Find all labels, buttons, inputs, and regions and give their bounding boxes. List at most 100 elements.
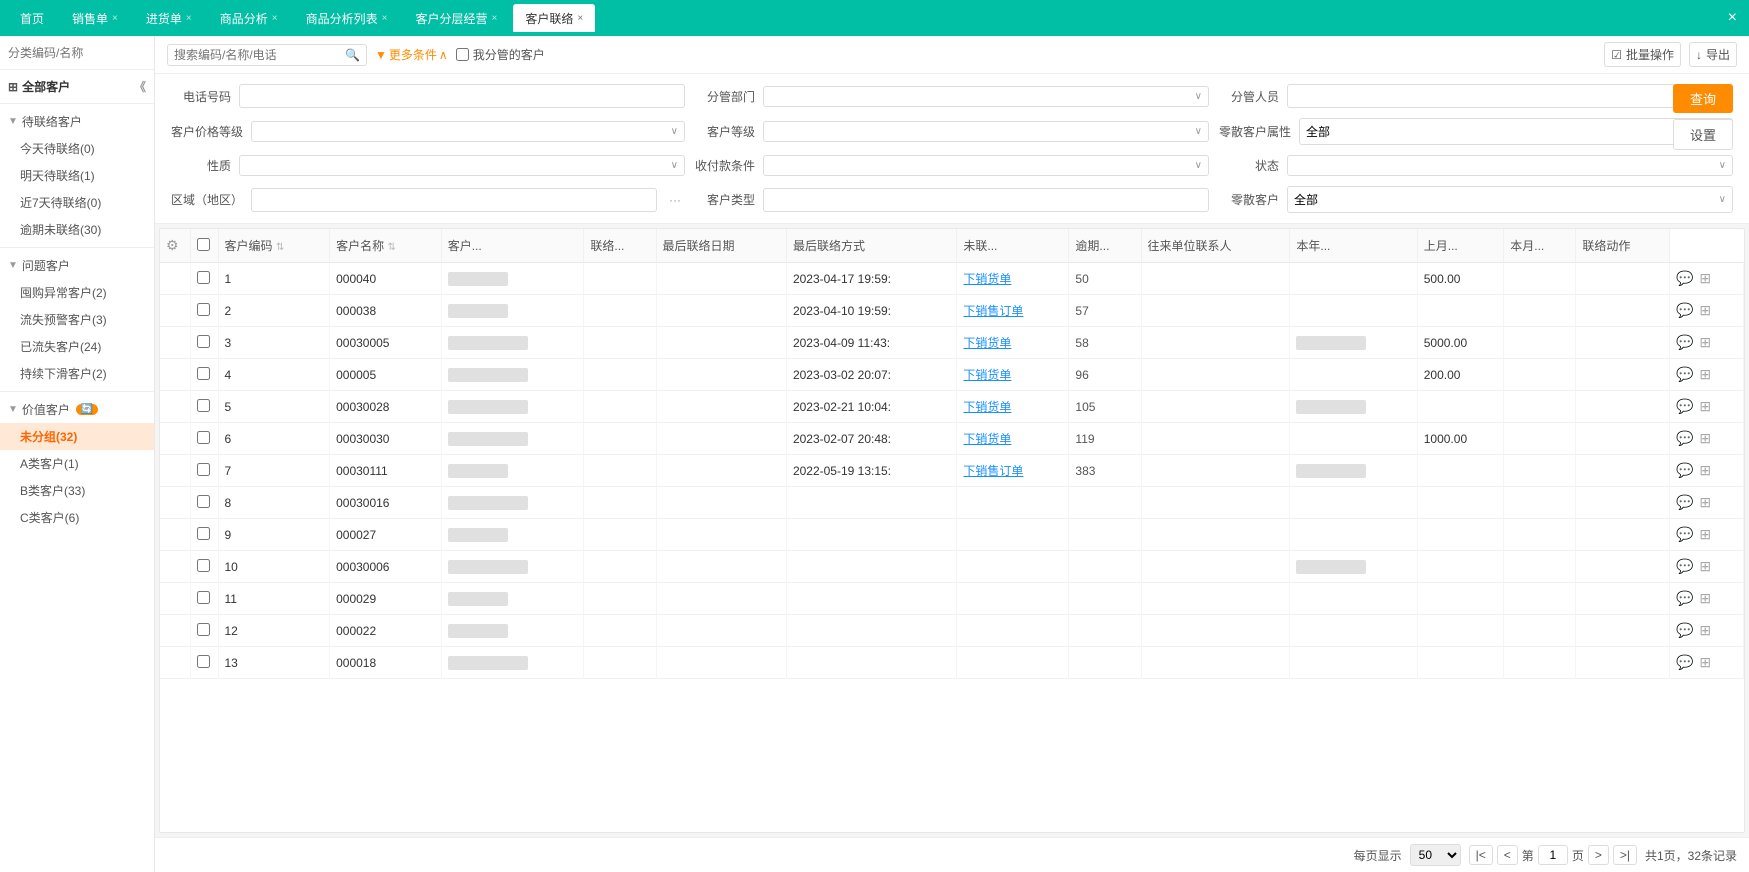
action-grid-icon-11[interactable]: ⊞ (1699, 622, 1711, 639)
action-phone-icon-7[interactable]: 💬 (1676, 494, 1693, 511)
row-checkbox-1[interactable] (197, 303, 210, 316)
phone-input[interactable] (239, 84, 685, 108)
row-checkbox-10[interactable] (197, 591, 210, 604)
cell-checkbox-12[interactable] (190, 647, 218, 679)
customer-contact-tab-close[interactable]: × (577, 13, 583, 24)
query-button[interactable]: 查询 (1673, 84, 1733, 113)
gear-icon[interactable]: ⚙ (166, 237, 179, 253)
action-grid-icon-7[interactable]: ⊞ (1699, 494, 1711, 511)
sidebar-search-input[interactable] (8, 46, 155, 60)
sidebar-item-churn-warning[interactable]: 流失预警客户(3) (0, 306, 154, 333)
action-grid-icon-3[interactable]: ⊞ (1699, 366, 1711, 383)
sidebar-item-ungrouped[interactable]: 未分组(32) (0, 423, 154, 450)
first-page-btn[interactable]: |< (1469, 845, 1493, 865)
row-checkbox-6[interactable] (197, 463, 210, 476)
price-tier-select[interactable]: ∨ (251, 121, 685, 142)
row-checkbox-9[interactable] (197, 559, 210, 572)
batch-operation-btn[interactable]: ☑ 批量操作 (1604, 42, 1681, 67)
sidebar-item-class-c[interactable]: C类客户(6) (0, 504, 154, 531)
filter-more-conditions[interactable]: ▼ 更多条件 ∧ (375, 46, 448, 63)
cell-checkbox-7[interactable] (190, 487, 218, 519)
action-grid-icon-5[interactable]: ⊞ (1699, 430, 1711, 447)
cell-checkbox-1[interactable] (190, 295, 218, 327)
sidebar-group-problem[interactable]: ▼ 问题客户 (0, 252, 154, 279)
sidebar-item-hoarding-anomaly[interactable]: 囤购异常客户(2) (0, 279, 154, 306)
cell-checkbox-8[interactable] (190, 519, 218, 551)
cell-checkbox-11[interactable] (190, 615, 218, 647)
action-phone-icon-6[interactable]: 💬 (1676, 462, 1693, 479)
action-phone-icon-4[interactable]: 💬 (1676, 398, 1693, 415)
row-checkbox-11[interactable] (197, 623, 210, 636)
cell-checkbox-6[interactable] (190, 455, 218, 487)
reset-button[interactable]: 设置 (1673, 119, 1733, 150)
all-customers-header[interactable]: ⊞ 全部客户 《 (0, 70, 154, 99)
select-all-checkbox[interactable] (197, 238, 210, 251)
cell-checkbox-10[interactable] (190, 583, 218, 615)
sidebar-item-class-b[interactable]: B类客户(33) (0, 477, 154, 504)
action-grid-icon-10[interactable]: ⊞ (1699, 590, 1711, 607)
th-code[interactable]: 客户编码 ⇅ (218, 229, 330, 263)
sidebar-collapse-btn[interactable]: 《 (134, 78, 146, 95)
nav-tab-home[interactable]: 首页 (8, 4, 56, 32)
cell-checkbox-9[interactable] (190, 551, 218, 583)
cell-last-method-6[interactable]: 下销售订单 (957, 455, 1069, 487)
nav-tab-customer-tier[interactable]: 客户分层经营 × (403, 4, 509, 32)
dept-select[interactable]: ∨ (763, 86, 1209, 107)
region-input[interactable] (251, 188, 657, 212)
sidebar-item-tomorrow-pending[interactable]: 明天待联络(1) (0, 162, 154, 189)
sidebar-item-declining[interactable]: 持续下滑客户(2) (0, 360, 154, 387)
nav-tab-sales[interactable]: 销售单 × (60, 4, 130, 32)
sidebar-group-value[interactable]: ▼ 价值客户 🔄 (0, 396, 154, 423)
cell-last-method-9[interactable] (957, 551, 1069, 583)
action-grid-icon-1[interactable]: ⊞ (1699, 302, 1711, 319)
cell-checkbox-3[interactable] (190, 359, 218, 391)
nav-tab-customer-contact[interactable]: 客户联络 × (513, 4, 595, 32)
action-grid-icon-2[interactable]: ⊞ (1699, 334, 1711, 351)
cell-checkbox-5[interactable] (190, 423, 218, 455)
retail-attr-select[interactable]: 全部 ∨ (1299, 118, 1733, 145)
row-checkbox-5[interactable] (197, 431, 210, 444)
cell-last-method-5[interactable]: 下销货单 (957, 423, 1069, 455)
last-page-btn[interactable]: >| (1613, 845, 1637, 865)
action-phone-icon-11[interactable]: 💬 (1676, 622, 1693, 639)
th-gear[interactable]: ⚙ (160, 229, 190, 263)
sidebar-item-7day-pending[interactable]: 近7天待联络(0) (0, 189, 154, 216)
cell-last-method-1[interactable]: 下销售订单 (957, 295, 1069, 327)
sidebar-item-today-pending[interactable]: 今天待联络(0) (0, 135, 154, 162)
purchase-tab-close[interactable]: × (186, 13, 192, 24)
row-checkbox-4[interactable] (197, 399, 210, 412)
cell-last-method-11[interactable] (957, 615, 1069, 647)
customer-tier-select[interactable]: ∨ (763, 121, 1209, 142)
cell-last-method-10[interactable] (957, 583, 1069, 615)
sidebar-item-overdue-pending[interactable]: 逾期未联络(30) (0, 216, 154, 243)
customer-tier-tab-close[interactable]: × (491, 13, 497, 24)
action-phone-icon-2[interactable]: 💬 (1676, 334, 1693, 351)
action-phone-icon-9[interactable]: 💬 (1676, 558, 1693, 575)
row-checkbox-12[interactable] (197, 655, 210, 668)
retail-customer-select[interactable]: 全部 ∨ (1287, 186, 1733, 213)
analysis-tab-close[interactable]: × (272, 13, 278, 24)
nav-tab-analysis-list[interactable]: 商品分析列表 × (294, 4, 400, 32)
cell-last-method-12[interactable] (957, 647, 1069, 679)
row-checkbox-0[interactable] (197, 271, 210, 284)
sales-tab-close[interactable]: × (112, 13, 118, 24)
row-checkbox-3[interactable] (197, 367, 210, 380)
action-phone-icon-8[interactable]: 💬 (1676, 526, 1693, 543)
action-phone-icon-5[interactable]: 💬 (1676, 430, 1693, 447)
action-phone-icon-12[interactable]: 💬 (1676, 654, 1693, 671)
row-checkbox-8[interactable] (197, 527, 210, 540)
region-dots[interactable]: ··· (665, 193, 685, 207)
sidebar-group-pending[interactable]: ▼ 待联络客户 (0, 108, 154, 135)
action-phone-icon-3[interactable]: 💬 (1676, 366, 1693, 383)
action-grid-icon-4[interactable]: ⊞ (1699, 398, 1711, 415)
nav-window-close[interactable]: × (1724, 5, 1741, 31)
next-page-btn[interactable]: > (1588, 845, 1609, 865)
action-grid-icon-12[interactable]: ⊞ (1699, 654, 1711, 671)
row-checkbox-2[interactable] (197, 335, 210, 348)
action-phone-icon-1[interactable]: 💬 (1676, 302, 1693, 319)
row-checkbox-7[interactable] (197, 495, 210, 508)
sidebar-item-churned[interactable]: 已流失客户(24) (0, 333, 154, 360)
cell-last-method-8[interactable] (957, 519, 1069, 551)
cell-last-method-4[interactable]: 下销货单 (957, 391, 1069, 423)
analysis-list-tab-close[interactable]: × (382, 13, 388, 24)
